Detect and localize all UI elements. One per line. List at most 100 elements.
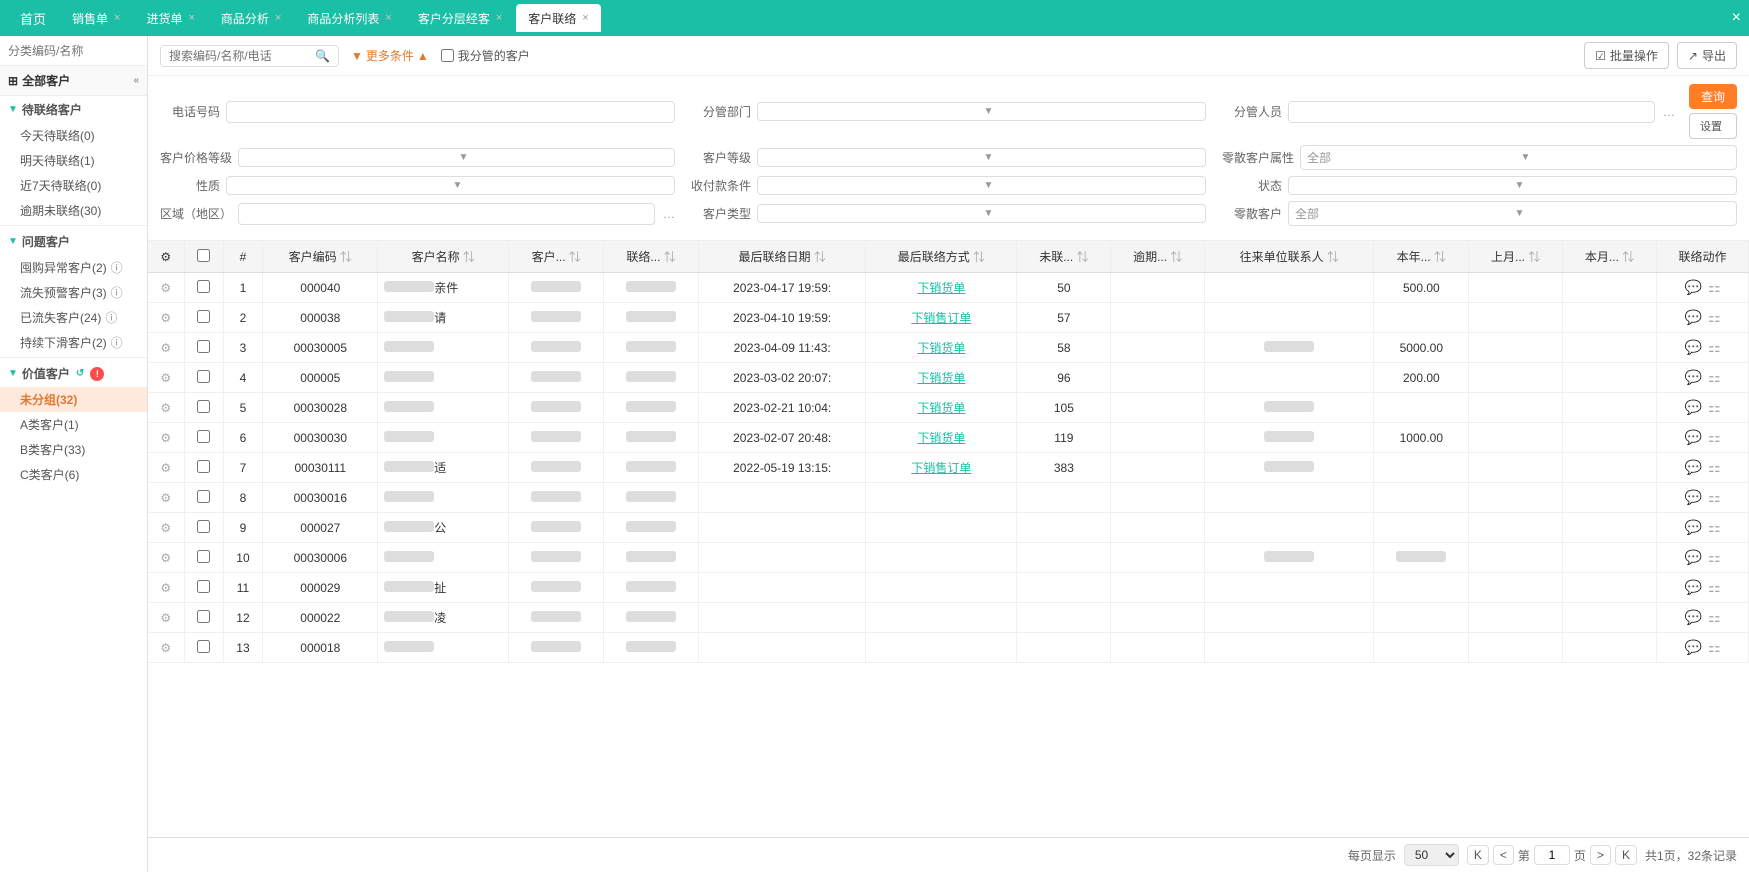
row-checkbox[interactable] (184, 513, 223, 543)
row-gear[interactable]: ⚙ (148, 273, 184, 303)
sidebar-item-class-b[interactable]: B类客户(33) (0, 437, 147, 462)
nature-select[interactable]: ▼ (226, 176, 675, 195)
close-icon[interactable]: × (385, 12, 391, 24)
sidebar-search-input[interactable] (8, 44, 148, 58)
row-gear[interactable]: ⚙ (148, 303, 184, 333)
close-icon[interactable]: × (496, 12, 502, 24)
sidebar-item-today-pending[interactable]: 今天待联络(0) (0, 123, 147, 148)
close-icon[interactable]: × (188, 12, 194, 24)
sidebar-all-customers[interactable]: ⊞ 全部客户 « (0, 66, 147, 96)
apps-icon[interactable]: ⚏ (1708, 339, 1721, 356)
chat-icon[interactable]: 💬 (1685, 609, 1702, 626)
col-header-overdue[interactable]: 逾期... ⇅ (1111, 241, 1205, 273)
reset-button[interactable]: 设置 (1689, 113, 1737, 139)
row-gear[interactable]: ⚙ (148, 423, 184, 453)
retail-customer-select[interactable]: 全部 ▼ (1288, 201, 1737, 226)
tab-customer-segment[interactable]: 客户分层经客 × (406, 4, 514, 32)
sidebar-group-value[interactable]: ▼ 价值客户 ↺ ! (0, 360, 147, 387)
chat-icon[interactable]: 💬 (1685, 639, 1702, 656)
row-checkbox[interactable] (184, 633, 223, 663)
apps-icon[interactable]: ⚏ (1708, 279, 1721, 296)
dept-select[interactable]: ▼ (757, 102, 1206, 121)
col-header-name[interactable]: 客户名称 ⇅ (378, 241, 509, 273)
col-header-last-month[interactable]: 上月... ⇅ (1469, 241, 1563, 273)
page-number-input[interactable] (1534, 845, 1570, 865)
col-header-unliaised[interactable]: 未联... ⇅ (1017, 241, 1111, 273)
row-checkbox[interactable] (184, 573, 223, 603)
more-icon[interactable]: … (1663, 105, 1675, 119)
apps-icon[interactable]: ⚏ (1708, 489, 1721, 506)
sidebar-group-problem[interactable]: ▼ 问题客户 (0, 228, 147, 255)
sidebar-item-tomorrow-pending[interactable]: 明天待联络(1) (0, 148, 147, 173)
phone-input[interactable] (226, 101, 675, 123)
tab-customer-contact[interactable]: 客户联络 × (516, 4, 600, 32)
tab-product-analysis[interactable]: 商品分析 × (209, 4, 293, 32)
chat-icon[interactable]: 💬 (1685, 549, 1702, 566)
status-select[interactable]: ▼ (1288, 176, 1737, 195)
row-gear[interactable]: ⚙ (148, 393, 184, 423)
query-button[interactable]: 查询 (1689, 84, 1737, 109)
row-gear[interactable]: ⚙ (148, 333, 184, 363)
chat-icon[interactable]: 💬 (1685, 519, 1702, 536)
page-size-select[interactable]: 20 50 100 200 (1404, 844, 1459, 866)
refresh-icon[interactable]: ↺ (76, 368, 84, 379)
settings-column-header[interactable]: ⚙ (148, 241, 184, 273)
my-customers-check[interactable] (441, 49, 454, 62)
payment-select[interactable]: ▼ (757, 176, 1206, 195)
col-header-type[interactable]: 客户... ⇅ (509, 241, 604, 273)
apps-icon[interactable]: ⚏ (1708, 609, 1721, 626)
manager-input[interactable] (1288, 101, 1655, 123)
my-customers-checkbox[interactable]: 我分管的客户 (441, 47, 530, 64)
row-checkbox[interactable] (184, 393, 223, 423)
chat-icon[interactable]: 💬 (1685, 339, 1702, 356)
region-input[interactable] (238, 203, 655, 225)
prev-page-button[interactable]: < (1493, 845, 1514, 865)
col-header-partner-contact[interactable]: 往来单位联系人 ⇅ (1205, 241, 1374, 273)
col-header-last-method[interactable]: 最后联络方式 ⇅ (866, 241, 1017, 273)
row-gear[interactable]: ⚙ (148, 513, 184, 543)
apps-icon[interactable]: ⚏ (1708, 369, 1721, 386)
row-checkbox[interactable] (184, 273, 223, 303)
close-icon[interactable]: × (114, 12, 120, 24)
sidebar-item-class-a[interactable]: A类客户(1) (0, 412, 147, 437)
region-more-icon[interactable]: … (663, 207, 675, 221)
row-checkbox[interactable] (184, 303, 223, 333)
chat-icon[interactable]: 💬 (1685, 489, 1702, 506)
row-checkbox[interactable] (184, 603, 223, 633)
col-header-last-date[interactable]: 最后联络日期 ⇅ (699, 241, 866, 273)
customer-level-select[interactable]: ▼ (757, 148, 1206, 167)
row-checkbox[interactable] (184, 483, 223, 513)
col-header-this-year[interactable]: 本年... ⇅ (1374, 241, 1469, 273)
col-header-code[interactable]: 客户编码 ⇅ (263, 241, 378, 273)
chat-icon[interactable]: 💬 (1685, 309, 1702, 326)
row-gear[interactable]: ⚙ (148, 633, 184, 663)
row-gear[interactable]: ⚙ (148, 573, 184, 603)
chat-icon[interactable]: 💬 (1685, 459, 1702, 476)
row-checkbox[interactable] (184, 423, 223, 453)
row-checkbox[interactable] (184, 363, 223, 393)
apps-icon[interactable]: ⚏ (1708, 639, 1721, 656)
select-all-checkbox[interactable] (197, 249, 210, 262)
apps-icon[interactable]: ⚏ (1708, 549, 1721, 566)
tab-home[interactable]: 首页 (8, 9, 58, 28)
apps-icon[interactable]: ⚏ (1708, 399, 1721, 416)
col-header-this-month[interactable]: 本月... ⇅ (1563, 241, 1657, 273)
chat-icon[interactable]: 💬 (1685, 579, 1702, 596)
next-page-button[interactable]: > (1590, 845, 1611, 865)
tab-product-analysis-list[interactable]: 商品分析列表 × (295, 4, 403, 32)
row-gear[interactable]: ⚙ (148, 483, 184, 513)
close-icon[interactable]: × (582, 12, 588, 24)
first-page-button[interactable]: K (1467, 845, 1489, 865)
chevron-left-icon[interactable]: « (133, 75, 139, 86)
tab-sales-order[interactable]: 销售单 × (60, 4, 132, 32)
price-level-select[interactable]: ▼ (238, 148, 675, 167)
sidebar-item-overdue-contact[interactable]: 逾期未联络(30) (0, 198, 147, 223)
sidebar-item-class-c[interactable]: C类客户(6) (0, 462, 147, 487)
row-gear[interactable]: ⚙ (148, 363, 184, 393)
row-checkbox[interactable] (184, 333, 223, 363)
sidebar-item-churn-warning[interactable]: 流失预警客户(3) ⓘ (0, 280, 147, 305)
row-gear[interactable]: ⚙ (148, 603, 184, 633)
row-checkbox[interactable] (184, 453, 223, 483)
chat-icon[interactable]: 💬 (1685, 399, 1702, 416)
customer-type-select[interactable]: ▼ (757, 204, 1206, 223)
